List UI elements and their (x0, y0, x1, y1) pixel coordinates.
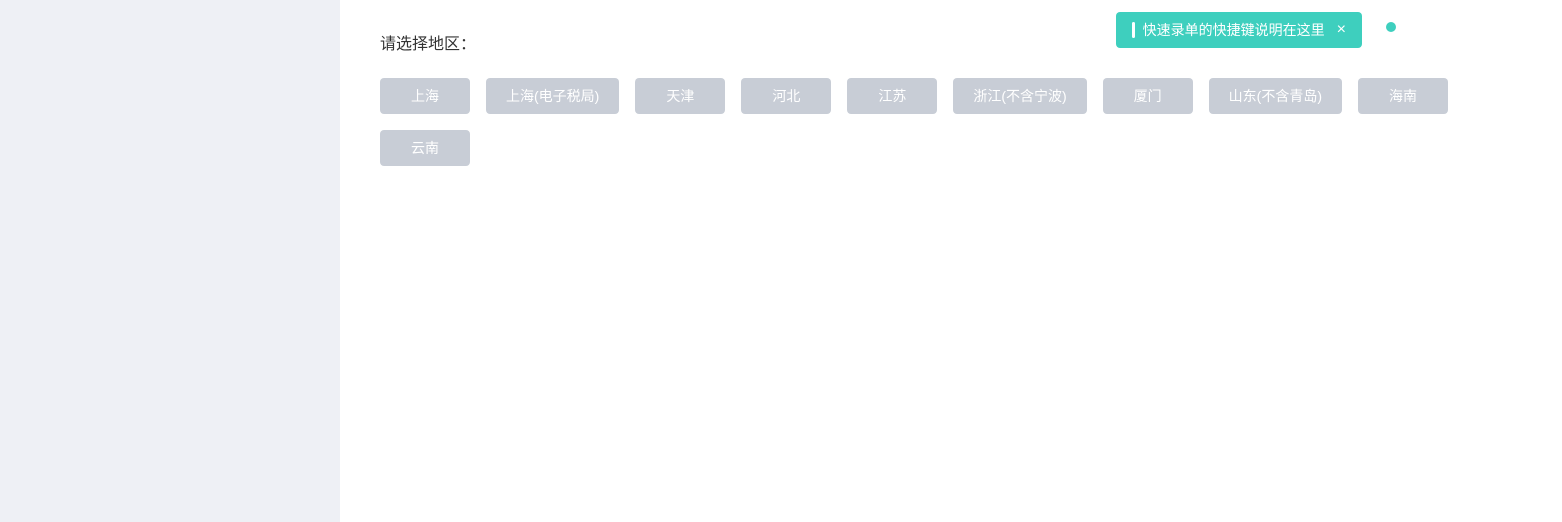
region-button[interactable]: 浙江(不含宁波) (953, 78, 1086, 114)
tooltip-banner: 快速录单的快捷键说明在这里 × (1116, 12, 1362, 48)
region-button[interactable]: 天津 (635, 78, 725, 114)
region-button[interactable]: 上海(电子税局) (486, 78, 619, 114)
region-button[interactable]: 厦门 (1103, 78, 1193, 114)
main-content: 请选择地区： 上海上海(电子税局)天津河北江苏浙江(不含宁波)厦门山东(不含青岛… (340, 0, 1562, 522)
tooltip-text: 快速录单的快捷键说明在这里 (1143, 20, 1325, 40)
region-button[interactable]: 河北 (741, 78, 831, 114)
tooltip-dot (1386, 22, 1396, 32)
region-button[interactable]: 山东(不含青岛) (1209, 78, 1342, 114)
region-button[interactable]: 上海 (380, 78, 470, 114)
tooltip-close-button[interactable]: × (1337, 22, 1346, 38)
region-button[interactable]: 江苏 (847, 78, 937, 114)
sidebar (0, 0, 340, 522)
tooltip-bar (1132, 22, 1135, 38)
region-button[interactable]: 海南 (1358, 78, 1448, 114)
region-button[interactable]: 云南 (380, 130, 470, 166)
region-buttons-container: 上海上海(电子税局) 天津河北江苏浙江(不含宁波) 厦门山东(不含青岛) 海南云南 (380, 78, 1522, 166)
